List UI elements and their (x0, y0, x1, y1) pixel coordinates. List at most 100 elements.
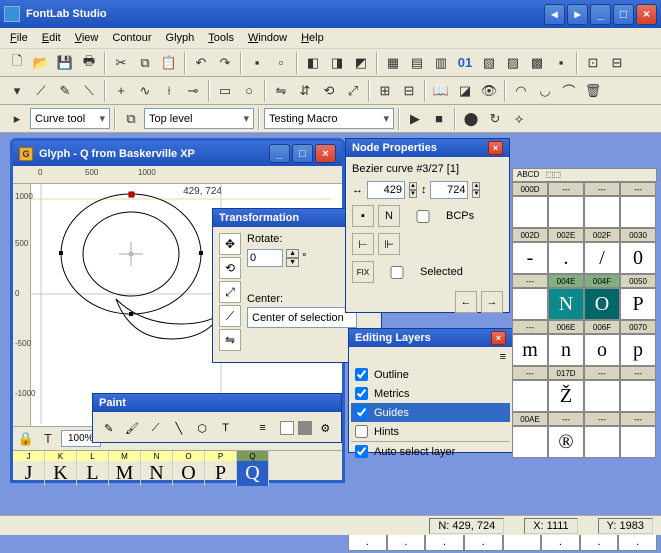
layer-hints[interactable]: Hints (351, 422, 510, 441)
arrow-tool-icon[interactable]: ▾ (6, 80, 28, 102)
ellipse-icon[interactable]: ○ (238, 80, 260, 102)
table-cell[interactable]: o (584, 334, 620, 366)
panel-1-icon[interactable]: ◧ (302, 52, 324, 74)
knife-tool-icon[interactable]: ✎ (54, 80, 76, 102)
node-panel-close[interactable]: × (488, 141, 503, 155)
corner-icon[interactable]: ⟊ (158, 80, 180, 102)
rotate-up[interactable]: ▲ (286, 249, 299, 258)
panel-7-icon[interactable]: 01 (454, 52, 476, 74)
close-button[interactable]: × (636, 4, 657, 25)
glyph-cell-Q[interactable]: Q (237, 461, 268, 486)
node-type-2-icon[interactable]: N (378, 205, 400, 227)
panel-4-icon[interactable]: ▦ (382, 52, 404, 74)
tool-a-icon[interactable]: ▪ (246, 52, 268, 74)
panel-12-icon[interactable]: ⊡ (582, 52, 604, 74)
outline-checkbox[interactable] (355, 368, 368, 381)
y-down[interactable]: ▼ (472, 190, 480, 198)
y-up[interactable]: ▲ (472, 182, 480, 190)
glyph-close-button[interactable]: × (315, 144, 336, 163)
path-1-icon[interactable]: ◠ (510, 80, 532, 102)
trash-icon[interactable]: 🗑 (582, 80, 604, 102)
layer-outline[interactable]: Outline (351, 365, 510, 384)
scale-icon[interactable]: ⤢ (342, 80, 364, 102)
table-cell[interactable]: . (548, 242, 584, 274)
glyph-cell-L[interactable]: L (77, 461, 108, 486)
add-node-icon[interactable]: + (110, 80, 132, 102)
ucell[interactable]: . (618, 533, 657, 551)
record-icon[interactable]: ⬤ (460, 108, 482, 130)
eye-icon[interactable]: 👁 (478, 80, 500, 102)
table-cell[interactable] (620, 380, 656, 412)
table-cell[interactable]: p (620, 334, 656, 366)
auto-checkbox[interactable] (355, 445, 368, 458)
tool-select[interactable]: Curve tool▾ (30, 108, 110, 129)
ucell[interactable]: . (580, 533, 619, 551)
transform-skew-icon[interactable]: ⟋ (219, 305, 241, 327)
table-cell[interactable] (512, 288, 548, 320)
rotate-down[interactable]: ▼ (286, 258, 299, 267)
book-icon[interactable]: 📖 (430, 80, 452, 102)
panel-5-icon[interactable]: ▤ (406, 52, 428, 74)
curve-icon[interactable]: ∿ (134, 80, 156, 102)
panel-13-icon[interactable]: ⊟ (606, 52, 628, 74)
glyph-cell-O[interactable]: O (173, 461, 204, 486)
menu-glyph[interactable]: Glyph (166, 32, 195, 44)
menu-help[interactable]: Help (301, 32, 324, 44)
node-prev-button[interactable]: ← (455, 291, 477, 313)
measure-tool-icon[interactable]: ⟍ (78, 80, 100, 102)
table-cell[interactable] (548, 196, 584, 228)
reload-icon[interactable]: ↻ (484, 108, 506, 130)
rotate-icon[interactable]: ⟲ (318, 80, 340, 102)
text-mode-icon[interactable]: T (39, 430, 57, 448)
table-cell[interactable] (512, 380, 548, 412)
ucell[interactable]: . (348, 533, 387, 551)
menu-contour[interactable]: Contour (112, 32, 151, 44)
lock-icon[interactable]: 🔒 (17, 430, 35, 448)
tool-b-icon[interactable]: ▫ (270, 52, 292, 74)
center-select[interactable]: Center of selection (247, 307, 357, 328)
transform-move-icon[interactable]: ✥ (219, 233, 241, 255)
open-icon[interactable]: 📂 (30, 52, 52, 74)
stop-icon[interactable]: ■ (428, 108, 450, 130)
table-cell[interactable] (512, 426, 548, 458)
panel-8-icon[interactable]: ▧ (478, 52, 500, 74)
level-icon[interactable]: ⧉ (120, 108, 142, 130)
menu-view[interactable]: View (75, 32, 99, 44)
table-cell[interactable]: m (512, 334, 548, 366)
table-cell-P[interactable]: P (620, 288, 656, 320)
menu-tools[interactable]: Tools (208, 32, 234, 44)
glyph-maximize-button[interactable]: □ (292, 144, 313, 163)
table-cell[interactable] (584, 196, 620, 228)
table-cell[interactable] (620, 426, 656, 458)
table-cell[interactable] (584, 380, 620, 412)
paint-color-2[interactable] (298, 421, 312, 435)
copy-icon[interactable]: ⧉ (134, 52, 156, 74)
glyph-minimize-button[interactable]: _ (269, 144, 290, 163)
paste-icon[interactable]: 📋 (158, 52, 180, 74)
level-select[interactable]: Top level▾ (144, 108, 254, 129)
ucell[interactable]: . (387, 533, 426, 551)
transform-mirror-icon[interactable]: ⇋ (219, 329, 241, 351)
glyph-cell-P[interactable]: P (205, 461, 236, 486)
table-cell[interactable]: - (512, 242, 548, 274)
node-align-1-icon[interactable]: ⊢ (352, 233, 374, 255)
transform-rotate-icon[interactable]: ⟲ (219, 257, 241, 279)
node-next-button[interactable]: → (481, 291, 503, 313)
path-3-icon[interactable]: ⌒ (558, 80, 580, 102)
selected-checkbox[interactable] (378, 266, 416, 279)
hflip-icon[interactable]: ⇋ (270, 80, 292, 102)
node-y-input[interactable] (430, 181, 468, 199)
table-cell-O[interactable]: O (584, 288, 620, 320)
table-cell[interactable]: / (584, 242, 620, 274)
pointer-icon[interactable]: ▸ (6, 108, 28, 130)
table-cell[interactable]: Ž (548, 380, 584, 412)
tangent-icon[interactable]: ⊸ (182, 80, 204, 102)
layers-menu-icon[interactable]: ≡ (500, 351, 506, 363)
node-x-input[interactable] (367, 181, 405, 199)
glyph-cell-K[interactable]: K (45, 461, 76, 486)
panel-3-icon[interactable]: ◩ (350, 52, 372, 74)
grid-icon[interactable]: ⊞ (374, 80, 396, 102)
menu-file[interactable]: File (10, 32, 28, 44)
glyph-cell-M[interactable]: M (109, 461, 140, 486)
table-cell[interactable] (584, 426, 620, 458)
